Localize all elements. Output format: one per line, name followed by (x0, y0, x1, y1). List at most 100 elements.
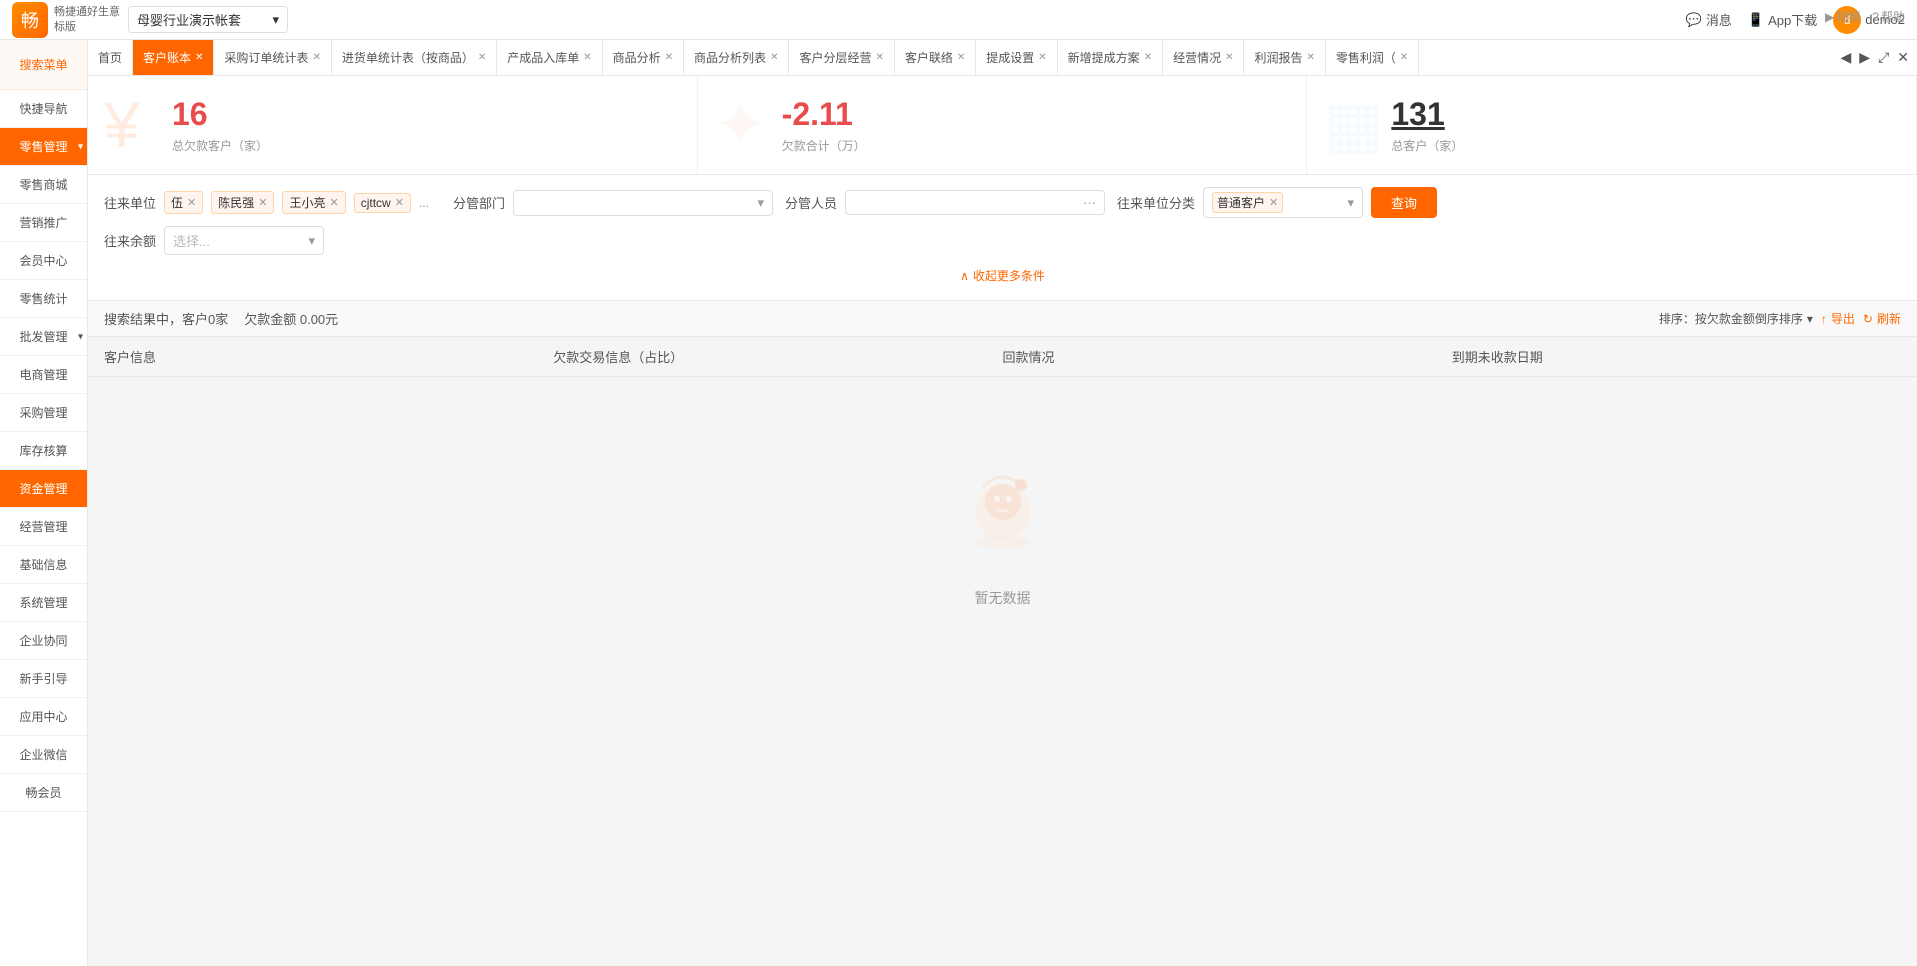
sidebar-item-operations[interactable]: 经营管理 (0, 508, 87, 546)
debt-summary: 欠款金额 0.00元 (244, 309, 338, 328)
remainder-select[interactable]: 选择... ▾ (164, 226, 324, 255)
sidebar-item-basic-info[interactable]: 基础信息 (0, 546, 87, 584)
unit-class-tag-normal: 普通客户 ✕ (1212, 192, 1283, 213)
person-more-icon[interactable]: ··· (1083, 195, 1096, 210)
tab-close-icon[interactable]: ✕ (1307, 52, 1315, 63)
tab-close-icon[interactable]: ✕ (1400, 52, 1408, 63)
overdue-customers-num: 16 (172, 96, 268, 133)
remainder-label: 往来余额 (104, 231, 156, 250)
tab-close-icon[interactable]: ✕ (957, 52, 965, 63)
tab-commission-settings[interactable]: 提成设置 ✕ (976, 40, 1057, 76)
tab-close-icon[interactable]: ✕ (583, 52, 591, 63)
app-download-btn[interactable]: 📱 App下载 (1748, 10, 1817, 29)
sidebar-item-retail-stats[interactable]: 零售统计 (0, 280, 87, 318)
tab-customer-stratified[interactable]: 客户分层经营 ✕ (789, 40, 894, 76)
quick-nav-btn[interactable]: 快捷导航 (0, 90, 87, 128)
refresh-btn[interactable]: ↻ 刷新 (1863, 310, 1901, 327)
query-btn[interactable]: 查询 (1371, 187, 1437, 218)
messages-btn[interactable]: 💬 消息 (1686, 10, 1732, 29)
dept-select[interactable]: ▾ (513, 190, 773, 216)
sort-select[interactable]: 排序：按欠款金额倒序排序 ▾ (1659, 310, 1813, 327)
sidebar-item-vip[interactable]: 畅会员 (0, 774, 87, 812)
tab-product-analysis[interactable]: 商品分析 ✕ (603, 40, 684, 76)
tab-close-icon[interactable]: ✕ (1038, 52, 1046, 63)
total-customers-label: 总客户（家） (1391, 137, 1463, 154)
col-header-customer: 客户信息 (104, 347, 553, 366)
top-bar: 畅 畅捷通好生意 标版 母婴行业演示帐套 ▾ 💬 消息 📱 App下载 d de… (0, 0, 1917, 40)
tab-prev-icon[interactable]: ◀ (1841, 49, 1852, 66)
overdue-customers-label: 总欠款客户（家） (172, 137, 268, 154)
tab-customer-ledger[interactable]: 客户账本 ✕ (133, 40, 214, 76)
remove-unit-class-tag[interactable]: ✕ (1269, 196, 1278, 209)
tab-close-icon[interactable]: ✕ (875, 52, 883, 63)
dept-select-chevron: ▾ (757, 195, 764, 211)
sidebar-item-purchase-mgmt[interactable]: 采购管理 (0, 394, 87, 432)
tab-close-icon[interactable]: ✕ (478, 52, 486, 63)
tab-home[interactable]: 首页 (88, 40, 133, 76)
sidebar-item-retail-mgmt[interactable]: 零售管理 (0, 128, 87, 166)
empty-state: 暂无数据 (88, 377, 1917, 688)
sidebar-item-newbie-guide[interactable]: 新手引导 (0, 660, 87, 698)
sidebar-item-enterprise-collab[interactable]: 企业协同 (0, 622, 87, 660)
sidebar-item-app-center[interactable]: 应用中心 (0, 698, 87, 736)
summary-card-total-debt: ✦ -2.11 欠款合计（万） (698, 76, 1308, 174)
empty-illustration (953, 457, 1053, 576)
tab-close-icon[interactable]: ✕ (770, 52, 778, 63)
tab-product-analysis-list[interactable]: 商品分析列表 ✕ (684, 40, 789, 76)
main-layout: 搜索菜单 快捷导航 零售管理 零售商城 营销推广 会员中心 零售统计 批发管理 … (0, 40, 1917, 966)
tab-controls: ◀ ▶ ⤢ ✕ (1833, 49, 1917, 66)
search-result-summary: 搜索结果中，客户0家 (104, 309, 228, 328)
tab-close-icon[interactable]: ✕ (1144, 52, 1152, 63)
tab-close-icon[interactable]: ✕ (1225, 52, 1233, 63)
tab-close-all-icon[interactable]: ✕ (1897, 49, 1909, 66)
sidebar-item-wholesale-mgmt[interactable]: 批发管理 (0, 318, 87, 356)
logo-icon: 畅 (12, 2, 48, 38)
tab-expand-icon[interactable]: ⤢ (1878, 49, 1889, 66)
search-menu-btn[interactable]: 搜索菜单 (8, 50, 79, 79)
person-select[interactable]: ··· (845, 190, 1105, 215)
sidebar-item-member-center[interactable]: 会员中心 (0, 242, 87, 280)
tab-retail-profit[interactable]: 零售利润（ ✕ (1326, 40, 1419, 76)
collapse-btn[interactable]: ∧ 收起更多条件 (948, 263, 1057, 288)
total-customers-num: 131 (1391, 96, 1463, 133)
unit-class-label: 往来单位分类 (1117, 193, 1195, 212)
tab-add-commission-plan[interactable]: 新增提成方案 ✕ (1058, 40, 1163, 76)
remove-tag-wu[interactable]: ✕ (187, 196, 196, 209)
sidebar-item-retail-mall[interactable]: 零售商城 (0, 166, 87, 204)
col-header-repayment: 回款情况 (1003, 347, 1452, 366)
filter-row-2: 往来余额 选择... ▾ (104, 226, 1901, 255)
sidebar-item-ecommerce[interactable]: 电商管理 (0, 356, 87, 394)
filter-more-tags[interactable]: ... (419, 196, 429, 210)
sidebar-item-inventory[interactable]: 库存核算 (0, 432, 87, 470)
sidebar-item-marketing[interactable]: 营销推广 (0, 204, 87, 242)
remove-tag-cjttcw[interactable]: ✕ (395, 196, 404, 209)
refresh-icon: ↻ (1863, 312, 1873, 326)
results-bar: 搜索结果中，客户0家 欠款金额 0.00元 排序：按欠款金额倒序排序 ▾ ↑ 导… (88, 301, 1917, 337)
filter-tag-chen: 陈民强 ✕ (211, 191, 274, 214)
logo-text: 畅捷通好生意 标版 (54, 5, 120, 34)
tab-next-icon[interactable]: ▶ (1859, 49, 1870, 66)
results-right: 排序：按欠款金额倒序排序 ▾ ↑ 导出 ↻ 刷新 (1659, 310, 1901, 327)
collapse-area: ∧ 收起更多条件 (104, 263, 1901, 288)
tab-operations[interactable]: 经营情况 ✕ (1163, 40, 1244, 76)
tab-purchase-order-stats[interactable]: 采购订单统计表 ✕ (214, 40, 331, 76)
filter-row-1: 往来单位 伍 ✕ 陈民强 ✕ 王小亮 ✕ cjttcw (104, 187, 1901, 218)
sidebar-item-enterprise-wechat[interactable]: 企业微信 (0, 736, 87, 774)
remove-tag-wang[interactable]: ✕ (330, 196, 339, 209)
tab-customer-contact[interactable]: 客户联络 ✕ (895, 40, 976, 76)
tab-product-instock[interactable]: 产成品入库单 ✕ (497, 40, 602, 76)
remove-tag-chen[interactable]: ✕ (258, 196, 267, 209)
col-header-date: 到期未收款日期 (1452, 347, 1901, 366)
tab-profit-report[interactable]: 利润报告 ✕ (1244, 40, 1325, 76)
unit-class-select[interactable]: 普通客户 ✕ ▾ (1203, 187, 1363, 218)
company-selector[interactable]: 母婴行业演示帐套 ▾ (128, 6, 288, 33)
summary-card-total-customers: ▦ 131 总客户（家） (1307, 76, 1917, 174)
tab-close-icon[interactable]: ✕ (195, 52, 203, 63)
tab-close-icon[interactable]: ✕ (665, 52, 673, 63)
total-debt-label: 欠款合计（万） (782, 137, 866, 154)
export-btn[interactable]: ↑ 导出 (1821, 310, 1855, 327)
sidebar-item-finance[interactable]: 资金管理 (0, 470, 87, 508)
sidebar-item-system-mgmt[interactable]: 系统管理 (0, 584, 87, 622)
tab-stock-stats-by-product[interactable]: 进货单统计表（按商品） ✕ (332, 40, 497, 76)
tab-close-icon[interactable]: ✕ (312, 52, 320, 63)
